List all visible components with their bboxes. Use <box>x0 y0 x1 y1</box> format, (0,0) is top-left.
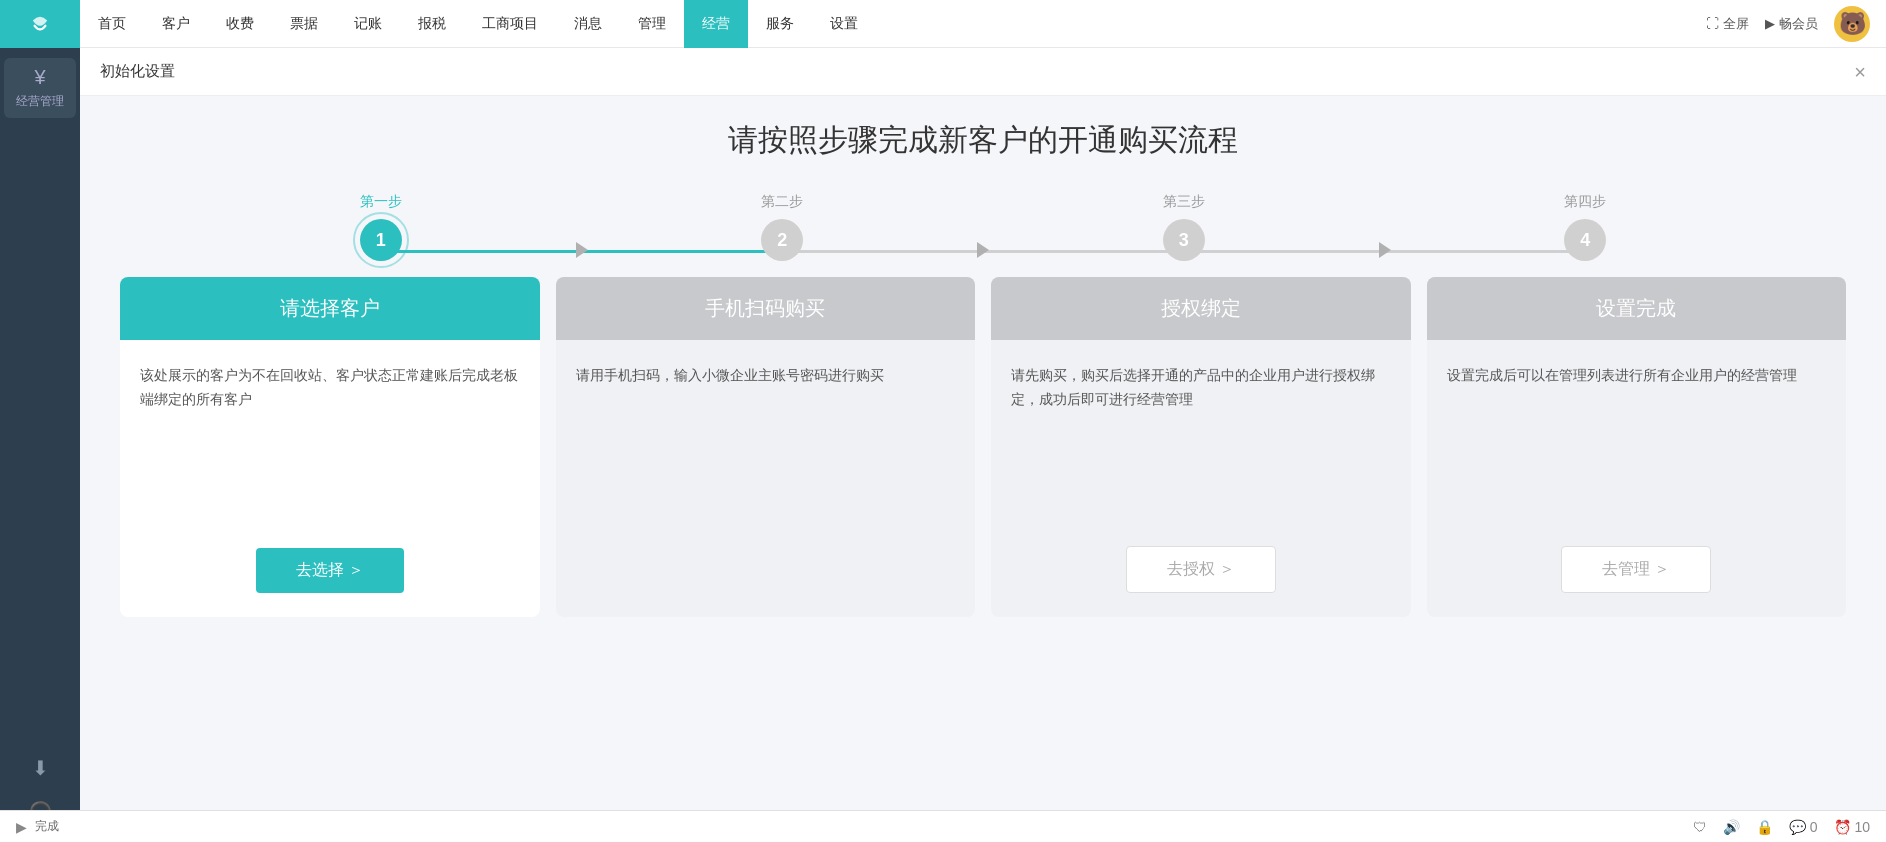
card-4-body: 设置完成后可以在管理列表进行所有企业用户的经营管理 <box>1427 340 1847 530</box>
card-1-body: 该处展示的客户为不在回收站、客户状态正常建账后完成老板端绑定的所有客户 <box>120 340 540 532</box>
page-header: 初始化设置 × <box>80 48 1886 96</box>
vip-btn[interactable]: ▶ 畅会员 <box>1765 15 1818 33</box>
nav-home[interactable]: 首页 <box>80 0 144 48</box>
step-4-label: 第四步 <box>1564 193 1606 211</box>
card-2-footer <box>556 577 976 617</box>
step-1-label: 第一步 <box>360 193 402 211</box>
avatar[interactable]: 🐻 <box>1834 6 1870 42</box>
section-title: 请按照步骤完成新客户的开通购买流程 <box>120 120 1846 161</box>
card-1-footer: 去选择 ＞ <box>120 532 540 617</box>
card-4-header: 设置完成 <box>1427 277 1847 340</box>
clock-count: ⏰ 10 <box>1834 819 1870 835</box>
download-icon[interactable]: ⬇ <box>22 750 58 786</box>
nav-settings[interactable]: 设置 <box>812 0 876 48</box>
nav-fee[interactable]: 收费 <box>208 0 272 48</box>
nav-tax[interactable]: 报税 <box>400 0 464 48</box>
nav-bookkeeping[interactable]: 记账 <box>336 0 400 48</box>
step-3-circle: 3 <box>1163 219 1205 261</box>
status-right: 🛡 🔊 🔒 💬 0 ⏰ 10 <box>1693 819 1870 835</box>
main-content: 初始化设置 × 请按照步骤完成新客户的开通购买流程 第一步 1 第二步 2 <box>80 48 1886 842</box>
operation-icon: ¥ <box>34 66 45 89</box>
lock-icon: 🔒 <box>1756 819 1773 835</box>
card-1: 请选择客户 该处展示的客户为不在回收站、客户状态正常建账后完成老板端绑定的所有客… <box>120 277 540 617</box>
nav-menu: 首页 客户 收费 票据 记账 报税 工商项目 消息 管理 经营 服务 设置 <box>80 0 876 48</box>
step-1-circle: 1 <box>360 219 402 261</box>
shield-icon: 🛡 <box>1693 819 1707 835</box>
sidebar: ¥ 经营管理 ⬇ 🎧 <box>0 48 80 842</box>
card-3-button[interactable]: 去授权 ＞ <box>1126 546 1276 593</box>
volume-icon: 🔊 <box>1723 819 1740 835</box>
fullscreen-icon: ⛶ <box>1706 16 1719 31</box>
step-3-label: 第三步 <box>1163 193 1205 211</box>
card-2: 手机扫码购买 请用手机扫码，输入小微企业主账号密码进行购买 <box>556 277 976 617</box>
nav-business[interactable]: 工商项目 <box>464 0 556 48</box>
card-1-header: 请选择客户 <box>120 277 540 340</box>
statusbar: ▶ 完成 🛡 🔊 🔒 💬 0 ⏰ 10 <box>0 810 1886 842</box>
topbar: 首页 客户 收费 票据 记账 报税 工商项目 消息 管理 经营 服务 设置 ⛶ … <box>0 0 1886 48</box>
nav-operation[interactable]: 经营 <box>684 0 748 48</box>
card-4-footer: 去管理 ＞ <box>1427 530 1847 617</box>
nav-invoice[interactable]: 票据 <box>272 0 336 48</box>
logo <box>0 0 80 48</box>
card-3-body: 请先购买，购买后选择开通的产品中的企业用户进行授权绑定，成功后即可进行经营管理 <box>991 340 1411 530</box>
card-1-button[interactable]: 去选择 ＞ <box>256 548 404 593</box>
card-4: 设置完成 设置完成后可以在管理列表进行所有企业用户的经营管理 去管理 ＞ <box>1427 277 1847 617</box>
card-3-header: 授权绑定 <box>991 277 1411 340</box>
card-2-body: 请用手机扫码，输入小微企业主账号密码进行购买 <box>556 340 976 577</box>
step-2-circle: 2 <box>761 219 803 261</box>
card-3-footer: 去授权 ＞ <box>991 530 1411 617</box>
step-2-label: 第二步 <box>761 193 803 211</box>
card-4-button[interactable]: 去管理 ＞ <box>1561 546 1711 593</box>
close-button[interactable]: × <box>1854 62 1866 82</box>
card-3: 授权绑定 请先购买，购买后选择开通的产品中的企业用户进行授权绑定，成功后即可进行… <box>991 277 1411 617</box>
nav-manage[interactable]: 管理 <box>620 0 684 48</box>
steps-container: 第一步 1 第二步 2 第三步 3 <box>120 193 1846 261</box>
chat-count: 💬 0 <box>1789 819 1818 835</box>
cards-container: 请选择客户 该处展示的客户为不在回收站、客户状态正常建账后完成老板端绑定的所有客… <box>120 277 1846 617</box>
nav-service[interactable]: 服务 <box>748 0 812 48</box>
step-1: 第一步 1 <box>180 193 582 261</box>
nav-customer[interactable]: 客户 <box>144 0 208 48</box>
step-4-circle: 4 <box>1564 219 1606 261</box>
nav-message[interactable]: 消息 <box>556 0 620 48</box>
vip-icon: ▶ <box>1765 16 1775 31</box>
page-title: 初始化设置 <box>100 62 175 81</box>
fullscreen-btn[interactable]: ⛶ 全屏 <box>1706 15 1749 33</box>
play-icon: ▶ <box>16 819 27 835</box>
sidebar-item-operation[interactable]: ¥ 经营管理 <box>4 58 76 118</box>
content-area: 请按照步骤完成新客户的开通购买流程 第一步 1 第二步 2 <box>80 96 1886 842</box>
status-text: 完成 <box>35 818 59 835</box>
card-2-header: 手机扫码购买 <box>556 277 976 340</box>
topbar-right: ⛶ 全屏 ▶ 畅会员 🐻 <box>1706 6 1886 42</box>
status-left: ▶ 完成 <box>16 818 59 835</box>
